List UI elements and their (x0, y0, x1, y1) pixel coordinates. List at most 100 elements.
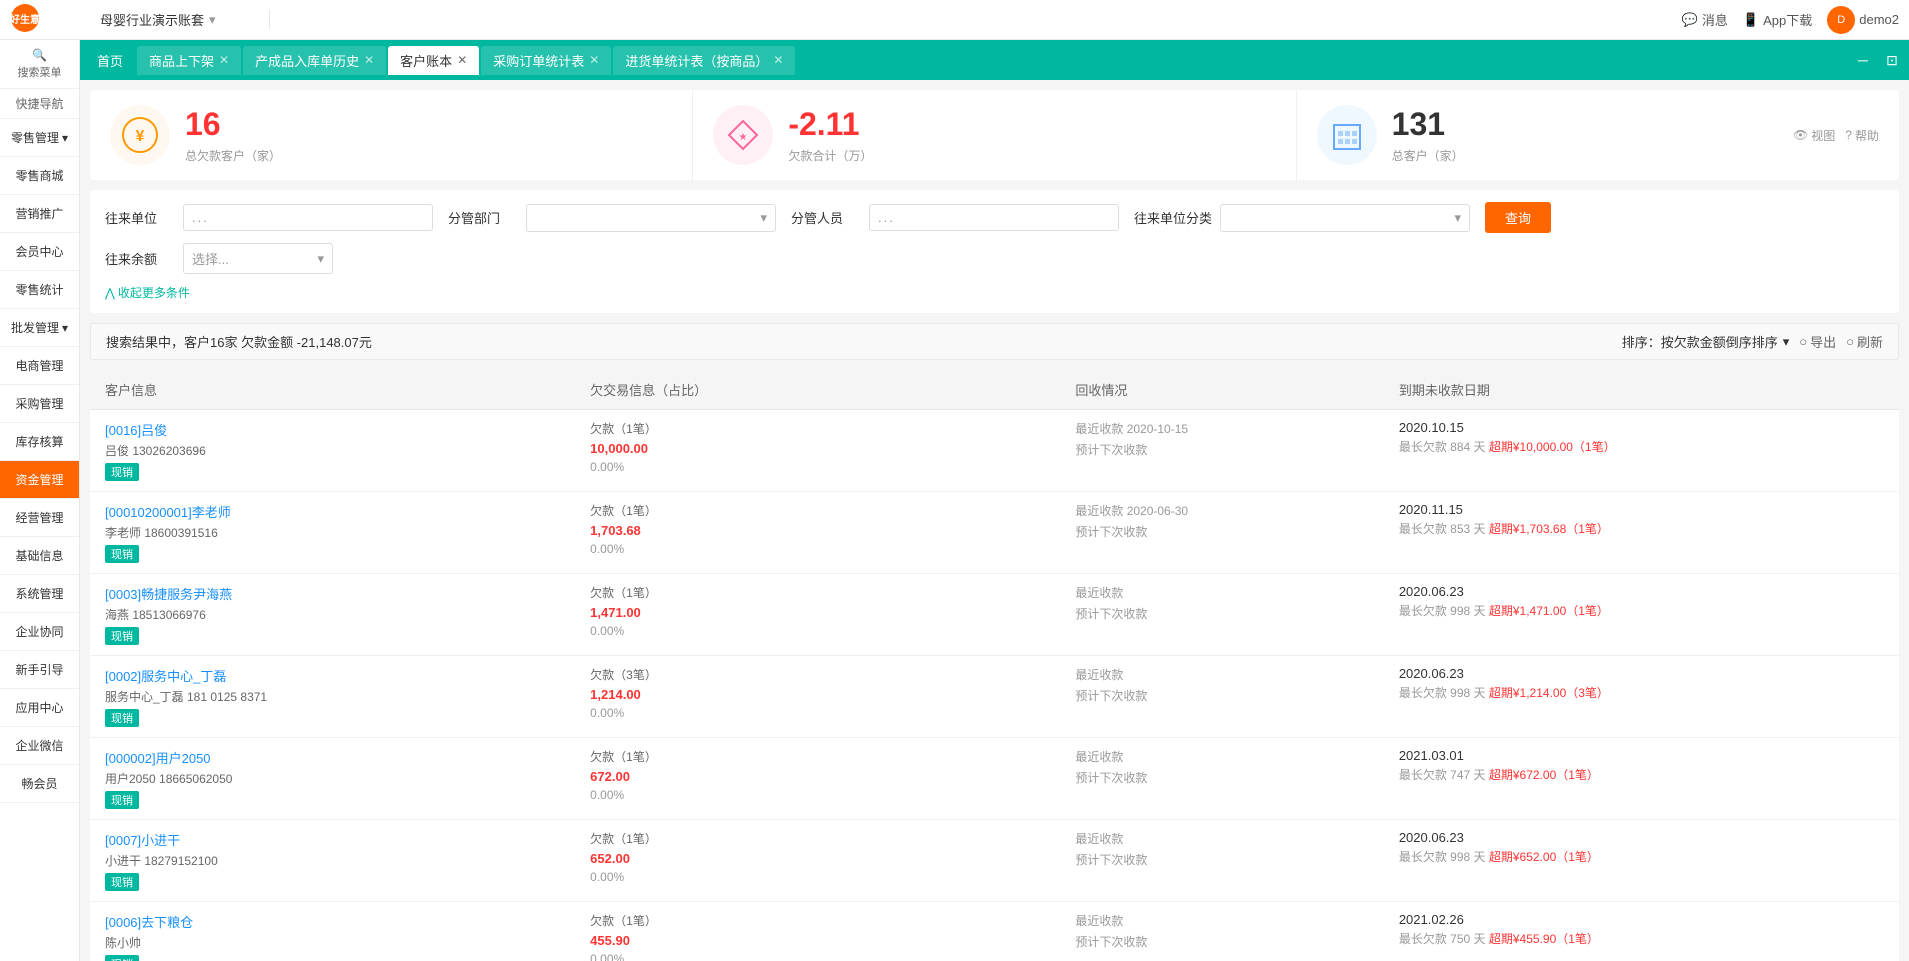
sidebar-item-app-center[interactable]: 应用中心 (0, 689, 79, 727)
customer-code[interactable]: [0016]吕俊 (105, 420, 590, 439)
due-date-cell: 2020.06.23 最长欠款 998 天 超期¥1,471.00（1笔） (1399, 584, 1884, 619)
sort-select[interactable]: 排序：按欠款金额倒序排序 ▾ (1622, 332, 1790, 351)
recovery-cell: 最近收款 预计下次收款 (1075, 830, 1398, 868)
sidebar-quick-nav[interactable]: 快捷导航 (0, 89, 79, 119)
sidebar-item-batch-mgmt[interactable]: 批发管理 ▾ (0, 309, 79, 347)
sort-label: 排序：按欠款金额倒序排序 (1622, 332, 1778, 351)
overdue-link[interactable]: 超期¥652.00（1笔） (1489, 850, 1599, 864)
overdue-days: 最长欠款 998 天 超期¥1,471.00（1笔） (1399, 602, 1884, 619)
due-date: 2021.03.01 (1399, 748, 1884, 763)
balance-select[interactable]: 选择... ▾ (183, 243, 333, 274)
unit-type-input[interactable]: ▾ (1220, 204, 1470, 232)
tab-minimize-button[interactable]: ─ (1851, 48, 1875, 72)
refresh-button[interactable]: ○ 刷新 (1846, 332, 1883, 351)
dept-input[interactable]: ▾ (526, 204, 776, 232)
recovery-cell: 最近收款 2020-10-15 预计下次收款 (1075, 420, 1398, 458)
sidebar-item-guide[interactable]: 新手引导 (0, 651, 79, 689)
collapse-button[interactable]: ⋀ 收起更多条件 (105, 284, 1884, 301)
sidebar-item-label: 采购管理 (15, 397, 63, 411)
debt-amount: 1,214.00 (590, 687, 1075, 702)
sidebar-item-purchase[interactable]: 采购管理 (0, 385, 79, 423)
sidebar-item-basic-info[interactable]: 基础信息 (0, 537, 79, 575)
sidebar-item-retail-stats[interactable]: 零售统计 (0, 271, 79, 309)
tab-close-icon[interactable]: ✕ (364, 53, 374, 67)
overdue-link[interactable]: 超期¥10,000.00（1笔） (1489, 440, 1616, 454)
overdue-link[interactable]: 超期¥1,214.00（3笔） (1489, 686, 1609, 700)
debt-percent: 0.00% (590, 788, 1075, 802)
tab-product-off[interactable]: 商品上下架 ✕ (137, 46, 241, 75)
sidebar-item-retail-mall[interactable]: 零售商城 (0, 157, 79, 195)
unit-type-label: 往来单位分类 (1134, 208, 1212, 227)
sidebar-item-member[interactable]: 会员中心 (0, 233, 79, 271)
overdue-link[interactable]: 超期¥1,703.68（1笔） (1489, 522, 1609, 536)
next-collection: 预计下次收款 (1075, 605, 1398, 622)
person-input[interactable]: ... (869, 204, 1119, 231)
view-button[interactable]: 👁 视图 (1793, 127, 1835, 144)
overdue-link[interactable]: 超期¥1,471.00（1笔） (1489, 604, 1609, 618)
tab-customer-account[interactable]: 客户账本 ✕ (388, 46, 479, 75)
source-unit-label: 往来单位 (105, 208, 175, 227)
sidebar-search[interactable]: 🔍 搜索菜单 (0, 40, 79, 89)
sidebar-item-retail-mgmt[interactable]: 零售管理 ▾ (0, 119, 79, 157)
customer-code[interactable]: [0007]小进干 (105, 830, 590, 849)
sidebar-item-label: 基础信息 (15, 549, 63, 563)
tab-maximize-button[interactable]: ⊡ (1880, 48, 1904, 72)
tab-home[interactable]: 首页 (85, 46, 135, 75)
customer-code[interactable]: [000002]用户2050 (105, 748, 590, 767)
export-button[interactable]: ○ 导出 (1799, 332, 1836, 351)
customer-code[interactable]: [00010200001]李老师 (105, 502, 590, 521)
sidebar-item-label: 资金管理 (15, 473, 63, 487)
arrow-icon: ▾ (62, 321, 68, 335)
last-collection: 最近收款 (1075, 748, 1398, 765)
tab-close-icon[interactable]: ✕ (219, 53, 229, 67)
header-customer: 客户信息 (105, 380, 590, 399)
overdue-days: 最长欠款 998 天 超期¥652.00（1笔） (1399, 848, 1884, 865)
due-date: 2020.10.15 (1399, 420, 1884, 435)
due-date: 2020.06.23 (1399, 666, 1884, 681)
sidebar-item-inventory[interactable]: 库存核算 (0, 423, 79, 461)
user-menu[interactable]: D demo2 (1827, 6, 1899, 34)
store-selector[interactable]: 母婴行业演示账套 ▾ (90, 10, 270, 29)
data-table: 客户信息 欠交易信息（占比） 回收情况 到期未收款日期 [0016]吕俊 吕俊 … (90, 370, 1899, 961)
sidebar-item-enterprise-wechat[interactable]: 企业微信 (0, 727, 79, 765)
sidebar-item-member-plus[interactable]: 畅会员 (0, 765, 79, 803)
customer-code[interactable]: [0006]去下粮仓 (105, 912, 590, 931)
tab-product-history[interactable]: 产成品入库单历史 ✕ (243, 46, 386, 75)
sidebar-item-label: 库存核算 (15, 435, 63, 449)
tab-goods-stats[interactable]: 进货单统计表（按商品） ✕ (613, 46, 795, 75)
sidebar-item-operations[interactable]: 经营管理 (0, 499, 79, 537)
last-collection: 最近收款 2020-06-30 (1075, 502, 1398, 519)
help-button[interactable]: ? 帮助 (1845, 127, 1879, 144)
debt-percent: 0.00% (590, 624, 1075, 638)
main-layout: 🔍 搜索菜单 快捷导航 零售管理 ▾ 零售商城 营销推广 会员中心 零售统计 (0, 40, 1909, 961)
tab-close-icon[interactable]: ✕ (773, 53, 783, 67)
tab-close-icon[interactable]: ✕ (589, 53, 599, 67)
sidebar-item-enterprise[interactable]: 企业协同 (0, 613, 79, 651)
overdue-link[interactable]: 超期¥455.90（1笔） (1489, 932, 1599, 946)
app-download-button[interactable]: 📱 App下载 (1743, 10, 1812, 29)
overdue-link[interactable]: 超期¥672.00（1笔） (1489, 768, 1599, 782)
message-button[interactable]: 💬 消息 (1682, 10, 1728, 29)
tab-purchase-order[interactable]: 采购订单统计表 ✕ (481, 46, 611, 75)
sidebar-item-system[interactable]: 系统管理 (0, 575, 79, 613)
source-unit-input[interactable]: ... (183, 204, 433, 231)
filter-source-unit: 往来单位 ... (105, 204, 433, 231)
due-date-cell: 2021.02.26 最长欠款 750 天 超期¥455.90（1笔） (1399, 912, 1884, 947)
stats-row: ¥ 16 总欠款客户（家） ★ (90, 90, 1899, 180)
stat-value-debt: -2.11 (788, 106, 1275, 143)
sidebar-item-ecommerce[interactable]: 电商管理 (0, 347, 79, 385)
tab-bar-actions: ─ ⊡ (1851, 48, 1904, 72)
user-name: demo2 (1859, 12, 1899, 27)
help-label: 帮助 (1855, 127, 1879, 144)
refresh-icon: ○ (1846, 334, 1854, 349)
stat-label-debt: 欠款合计（万） (788, 147, 1275, 164)
tab-close-icon[interactable]: ✕ (457, 53, 467, 67)
sidebar-item-marketing[interactable]: 营销推广 (0, 195, 79, 233)
search-button[interactable]: 查询 (1485, 202, 1551, 233)
customer-code[interactable]: [0003]畅捷服务尹海燕 (105, 584, 590, 603)
customer-code[interactable]: [0002]服务中心_丁磊 (105, 666, 590, 685)
sidebar-item-finance[interactable]: 资金管理 (0, 461, 79, 499)
debt-info-cell: 欠款（1笔） 1,471.00 0.00% (590, 584, 1075, 638)
content-area: 首页 商品上下架 ✕ 产成品入库单历史 ✕ 客户账本 ✕ 采购订单统计表 ✕ (80, 40, 1909, 961)
last-collection: 最近收款 (1075, 830, 1398, 847)
